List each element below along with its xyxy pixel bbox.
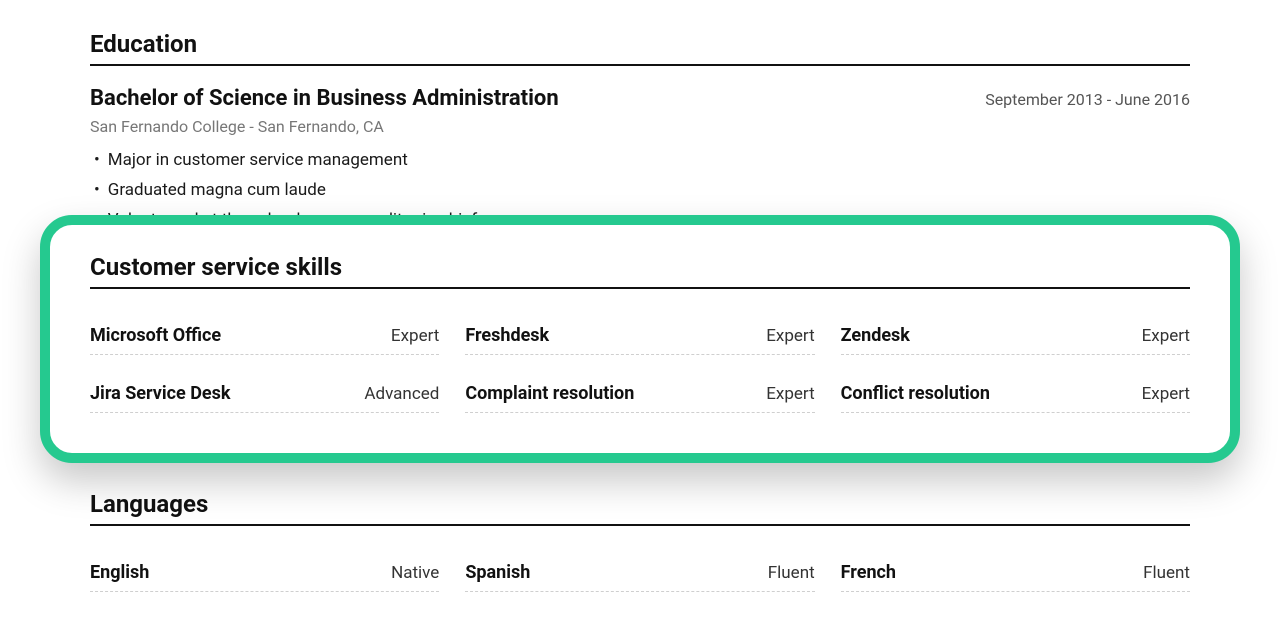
skill-name: Microsoft Office — [90, 325, 221, 346]
language-level: Native — [391, 563, 439, 583]
language-name: Spanish — [465, 562, 530, 583]
bullet-text: Major in customer service management — [108, 146, 408, 176]
skill-level: Expert — [766, 326, 814, 346]
education-title: Education — [90, 30, 1190, 58]
skill-item: Freshdesk Expert — [465, 325, 814, 355]
skill-name: Freshdesk — [465, 325, 549, 346]
skill-item: Zendesk Expert — [841, 325, 1190, 355]
skill-level: Expert — [1142, 384, 1190, 404]
education-section: Education Bachelor of Science in Busines… — [90, 30, 1190, 235]
skill-item: Conflict resolution Expert — [841, 383, 1190, 413]
bullet-text: Graduated magna cum laude — [108, 176, 326, 206]
language-level: Fluent — [1143, 563, 1190, 583]
bullet-item: • Major in customer service management — [90, 146, 1190, 176]
skill-level: Expert — [391, 326, 439, 346]
skill-level: Advanced — [364, 384, 439, 404]
bullet-icon: • — [94, 176, 100, 206]
languages-section: Languages English Native Spanish Fluent … — [90, 490, 1190, 592]
skills-divider — [90, 287, 1190, 289]
language-item: English Native — [90, 562, 439, 592]
institution: San Fernando College - San Fernando, CA — [90, 117, 1190, 136]
skill-item: Jira Service Desk Advanced — [90, 383, 439, 413]
language-name: English — [90, 562, 149, 583]
languages-divider — [90, 524, 1190, 526]
skills-grid: Microsoft Office Expert Freshdesk Expert… — [90, 325, 1190, 413]
languages-grid: English Native Spanish Fluent French Flu… — [90, 562, 1190, 592]
language-item: Spanish Fluent — [465, 562, 814, 592]
skill-item: Microsoft Office Expert — [90, 325, 439, 355]
education-divider — [90, 64, 1190, 66]
education-dates: September 2013 - June 2016 — [985, 90, 1190, 109]
skills-highlight-box: Customer service skills Microsoft Office… — [40, 215, 1240, 463]
language-item: French Fluent — [841, 562, 1190, 592]
language-level: Fluent — [768, 563, 815, 583]
skill-name: Zendesk — [841, 325, 910, 346]
skill-name: Complaint resolution — [465, 383, 634, 404]
language-name: French — [841, 562, 896, 583]
bullet-item: • Graduated magna cum laude — [90, 176, 1190, 206]
education-header: Bachelor of Science in Business Administ… — [90, 86, 1190, 111]
languages-title: Languages — [90, 490, 1190, 518]
skill-name: Conflict resolution — [841, 383, 990, 404]
skill-item: Complaint resolution Expert — [465, 383, 814, 413]
skills-title: Customer service skills — [90, 253, 1190, 281]
skill-level: Expert — [766, 384, 814, 404]
bullet-icon: • — [94, 146, 100, 176]
skill-name: Jira Service Desk — [90, 383, 231, 404]
skill-level: Expert — [1142, 326, 1190, 346]
degree-name: Bachelor of Science in Business Administ… — [90, 86, 559, 111]
